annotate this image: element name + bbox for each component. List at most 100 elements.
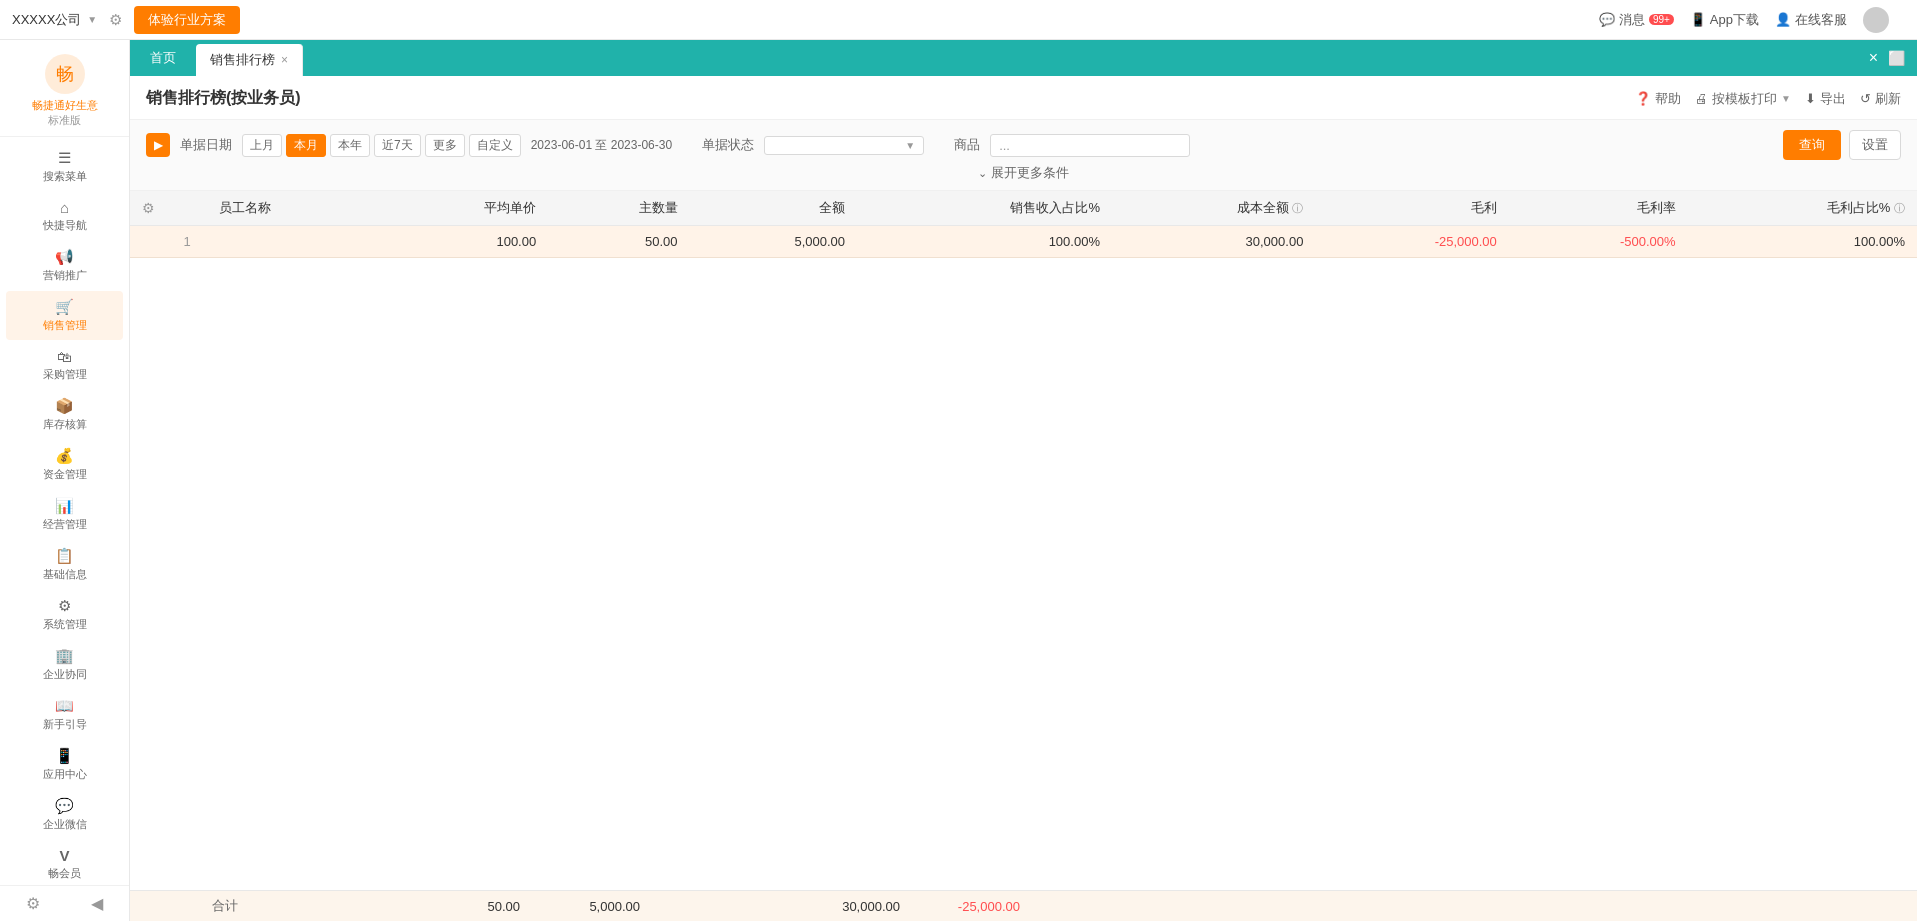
purchase-icon: 🛍 — [57, 348, 72, 365]
query-button[interactable]: 查询 — [1783, 130, 1841, 160]
sidebar-item-wechat[interactable]: 💬 企业微信 — [6, 790, 123, 839]
top-header: XXXXX公司 ▼ ⚙ 体验行业方案 💬 消息 99+ 📱 App下载 👤 在线… — [0, 0, 1917, 40]
export-icon: ⬇ — [1805, 91, 1816, 106]
inventory-icon: 📦 — [55, 397, 74, 415]
sidebar-finance-label: 资金管理 — [43, 467, 87, 482]
sidebar-system-label: 系统管理 — [43, 617, 87, 632]
service-icon: 👤 — [1775, 12, 1791, 27]
goods-label: 商品 — [954, 136, 980, 154]
company-name: XXXXX公司 — [12, 11, 81, 29]
print-chevron-icon: ▼ — [1781, 93, 1791, 104]
data-table: ⚙ 员工名称 平均单价 主数量 全额 销售收入占比% 成本全额 ⓘ 毛利 毛利率… — [130, 191, 1917, 258]
tab-home[interactable]: 首页 — [130, 40, 196, 76]
col-grosspct-header: 毛利占比% ⓘ — [1688, 191, 1917, 226]
avatar[interactable] — [1863, 7, 1889, 33]
restore-window-icon[interactable]: ⬜ — [1888, 50, 1905, 66]
date-btn-last-month[interactable]: 上月 — [242, 134, 282, 157]
page-header: 销售排行榜(按业务员) ❓ 帮助 🖨 按模板打印 ▼ ⬇ 导出 — [130, 76, 1917, 120]
filter-actions: 查询 设置 — [1783, 130, 1901, 160]
tab-home-label: 首页 — [150, 49, 176, 67]
logo-subtitle: 畅捷通好生意 — [32, 98, 98, 113]
trial-button[interactable]: 体验行业方案 — [134, 6, 240, 34]
col-avgprice-header: 平均单价 — [378, 191, 549, 226]
expand-button[interactable]: ⌄ 展开更多条件 — [978, 164, 1069, 182]
sidebar-item-enterprise[interactable]: 🏢 企业协同 — [6, 640, 123, 689]
refresh-button[interactable]: ↺ 刷新 — [1860, 90, 1901, 108]
operations-icon: 📊 — [55, 497, 74, 515]
date-btn-7days[interactable]: 近7天 — [374, 134, 421, 157]
tab-bar: 首页 销售排行榜 × × ⬜ — [130, 40, 1917, 76]
col-amount-header: 全额 — [690, 191, 857, 226]
row-gross-cell: -25,000.00 — [1315, 226, 1508, 258]
row-grosspct-cell: 100.00% — [1688, 226, 1917, 258]
doc-status-select[interactable]: ▼ — [764, 136, 924, 155]
footer-gross-cell: -25,000.00 — [912, 899, 1032, 914]
sidebar-item-system[interactable]: ⚙ 系统管理 — [6, 590, 123, 639]
sidebar-item-operations[interactable]: 📊 经营管理 — [6, 490, 123, 539]
sales-icon: 🛒 — [55, 298, 74, 316]
logo-edition: 标准版 — [48, 113, 81, 128]
sidebar-item-inventory[interactable]: 📦 库存核算 — [6, 390, 123, 439]
goods-value: ... — [999, 138, 1010, 153]
sidebar-item-guide[interactable]: 📖 新手引导 — [6, 690, 123, 739]
message-button[interactable]: 💬 消息 99+ — [1599, 11, 1674, 29]
tab-spacer — [303, 40, 1857, 76]
footer-cost-cell: 30,000.00 — [782, 899, 912, 914]
row-salespct-cell: 100.00% — [857, 226, 1112, 258]
doc-status-label: 单据状态 — [702, 136, 754, 154]
sidebar-item-app-center[interactable]: 📱 应用中心 — [6, 740, 123, 789]
date-btn-more[interactable]: 更多 — [425, 134, 465, 157]
expand-row: ⌄ 展开更多条件 — [146, 160, 1901, 188]
tab-active[interactable]: 销售排行榜 × — [196, 44, 303, 76]
settings-icon[interactable]: ⚙ — [109, 11, 122, 29]
row-qty-cell: 50.00 — [548, 226, 689, 258]
date-range: 2023-06-01 至 2023-06-30 — [531, 137, 672, 154]
footer-amount-cell: 5,000.00 — [532, 899, 652, 914]
company-selector[interactable]: XXXXX公司 ▼ — [12, 11, 97, 29]
sidebar-item-quick-nav[interactable]: ⌂ 快捷导航 — [6, 192, 123, 240]
sidebar-item-search[interactable]: ☰ 搜索菜单 — [6, 142, 123, 191]
filter-arrow-button[interactable]: ▶ — [146, 133, 170, 157]
marketing-icon: 📢 — [55, 248, 74, 266]
sidebar-item-sales[interactable]: 🛒 销售管理 — [6, 291, 123, 340]
online-service-button[interactable]: 👤 在线客服 — [1775, 11, 1847, 29]
sidebar-item-basic-info[interactable]: 📋 基础信息 — [6, 540, 123, 589]
home-icon: ⌂ — [60, 199, 69, 216]
table-header-row: ⚙ 员工名称 平均单价 主数量 全额 销售收入占比% 成本全额 ⓘ 毛利 毛利率… — [130, 191, 1917, 226]
sidebar-item-marketing[interactable]: 📢 营销推广 — [6, 241, 123, 290]
guide-icon: 📖 — [55, 697, 74, 715]
logo-svg: 畅 — [43, 52, 87, 96]
goods-select[interactable]: ... — [990, 134, 1190, 157]
sidebar-item-purchase[interactable]: 🛍 采购管理 — [6, 341, 123, 389]
close-tab-icon[interactable]: × — [281, 53, 288, 67]
sidebar-search-label: 搜索菜单 — [43, 169, 87, 184]
download-icon: 📱 — [1690, 12, 1706, 27]
enterprise-icon: 🏢 — [55, 647, 74, 665]
cost-help-icon[interactable]: ⓘ — [1292, 202, 1303, 214]
grosspct-help-icon[interactable]: ⓘ — [1894, 202, 1905, 214]
help-button[interactable]: ❓ 帮助 — [1635, 90, 1681, 108]
chevron-down-icon: ▼ — [87, 14, 97, 25]
date-btn-this-month[interactable]: 本月 — [286, 134, 326, 157]
row-grossrate-cell: -500.00% — [1509, 226, 1688, 258]
table-container: ⚙ 员工名称 平均单价 主数量 全额 销售收入占比% 成本全额 ⓘ 毛利 毛利率… — [130, 191, 1917, 890]
print-button[interactable]: 🖨 按模板打印 ▼ — [1695, 90, 1791, 108]
close-window-icon[interactable]: × — [1869, 49, 1878, 67]
page-title: 销售排行榜(按业务员) — [146, 88, 301, 109]
sidebar-bottom: ⚙ ◀ — [0, 885, 129, 921]
basic-info-icon: 📋 — [55, 547, 74, 565]
svg-text:畅: 畅 — [56, 64, 74, 84]
sidebar-item-member[interactable]: V 畅会员 — [6, 840, 123, 885]
sidebar-settings-icon[interactable]: ⚙ — [26, 894, 40, 913]
gear-icon[interactable]: ⚙ — [142, 200, 155, 216]
app-download-button[interactable]: 📱 App下载 — [1690, 11, 1759, 29]
sidebar-collapse-icon[interactable]: ◀ — [91, 894, 103, 913]
sidebar-item-finance[interactable]: 💰 资金管理 — [6, 440, 123, 489]
date-btn-custom[interactable]: 自定义 — [469, 134, 521, 157]
sidebar-inventory-label: 库存核算 — [43, 417, 87, 432]
date-btn-this-year[interactable]: 本年 — [330, 134, 370, 157]
filter-area: ▶ 单据日期 上月 本月 本年 近7天 更多 自定义 2023-06-01 至 … — [130, 120, 1917, 191]
expand-chevron-icon: ⌄ — [978, 167, 987, 180]
settings-button[interactable]: 设置 — [1849, 130, 1901, 160]
export-button[interactable]: ⬇ 导出 — [1805, 90, 1846, 108]
